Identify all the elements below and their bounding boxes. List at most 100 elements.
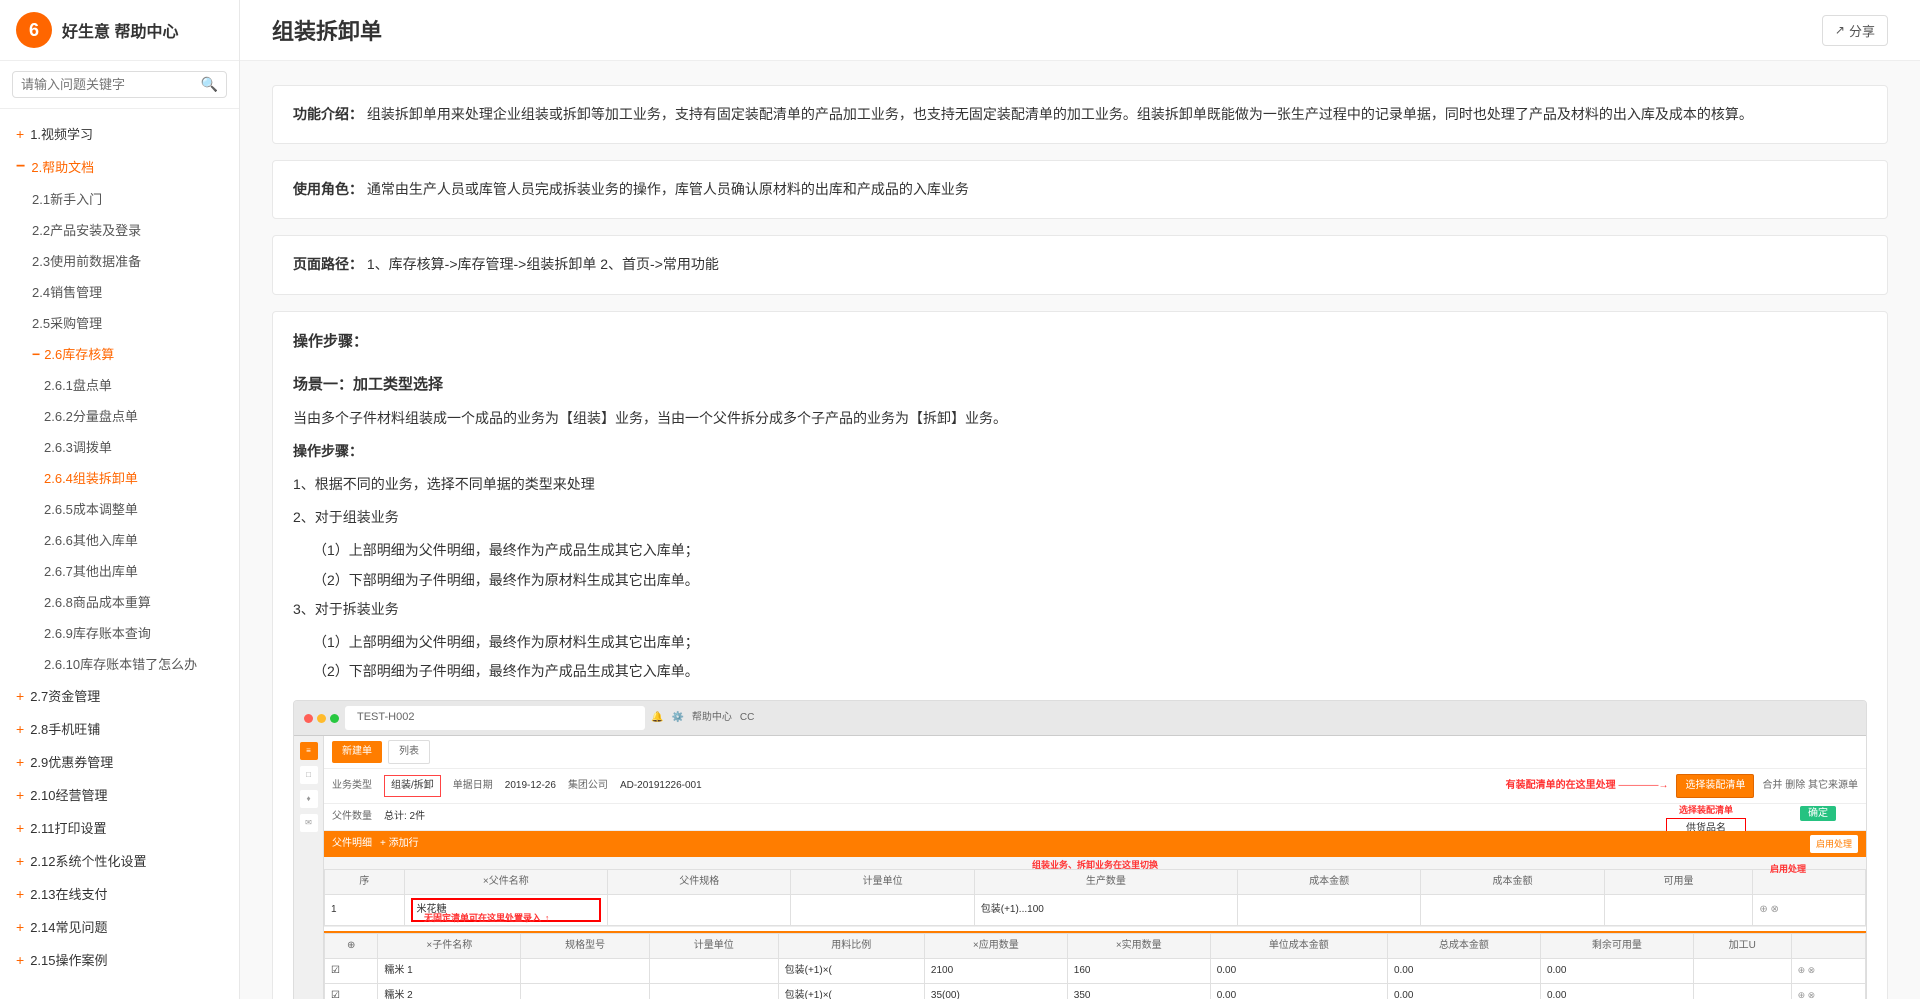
sidebar-item-2-8[interactable]: + 2.8手机旺铺 — [0, 712, 239, 745]
annotation3-wrap: 组装业务、拆卸业务在这里切换 — [1032, 857, 1158, 875]
intro-label: 功能介绍： — [293, 106, 363, 122]
step3: 3、对于拆装业务 — [293, 597, 1867, 622]
sidebar-item-inventory[interactable]: − 2.6库存核算 — [0, 338, 239, 369]
sidebar-item-purchase[interactable]: 2.5采购管理 — [0, 307, 239, 338]
sidebar-item-2-12[interactable]: + 2.12系统个性化设置 — [0, 844, 239, 877]
sub-th-ratio: 用料比例 — [778, 934, 924, 959]
process-btn[interactable]: 启用处理 — [1810, 835, 1858, 853]
sidebar-item-label: 2.14常见问题 — [30, 917, 107, 936]
sidebar-item-2-6-3[interactable]: 2.6.3调拨单 — [0, 431, 239, 462]
sub-table-row-1: ☑ 糯米 1 包装(+1)×( 2100 160 0.00 — [325, 959, 1866, 984]
sub-td-avail-1: 0.00 — [1540, 959, 1693, 984]
sidebar-item-2-9[interactable]: + 2.9优惠券管理 — [0, 745, 239, 778]
sub-th-savecost: 单位成本金额 — [1210, 934, 1387, 959]
section-header-left: 父件明细 + 添加行 — [332, 835, 419, 853]
nav-section-video: + 1.视频学习 — [0, 117, 239, 150]
sidebar-item-2-15[interactable]: + 2.15操作案例 — [0, 943, 239, 976]
plus-icon-2-8: + — [16, 721, 24, 737]
confirm-btn[interactable]: 确定 — [1800, 806, 1836, 821]
main-content: 功能介绍： 组装拆卸单用来处理企业组装或拆卸等加工业务，支持有固定装配清单的产品… — [240, 61, 1920, 999]
annotation-area: 有装配清单的在这里处理 ————→ 选择装配清单 合并 删除 其它来源单 — [714, 774, 1858, 798]
sidebar-item-2-6-10[interactable]: 2.6.10库存账本错了怎么办 — [0, 648, 239, 679]
td-seq: 1 — [325, 895, 405, 926]
role-text: 通常由生产人员或库管人员完成拆装业务的操作，库管人员确认原材料的出库和产成品的入… — [367, 181, 969, 197]
plus-icon-2-9: + — [16, 754, 24, 770]
assembly-btn[interactable]: 选择装配清单 — [1676, 774, 1754, 798]
intro-card: 功能介绍： 组装拆卸单用来处理企业组装或拆卸等加工业务，支持有固定装配清单的产品… — [272, 85, 1888, 144]
sidebar-item-install[interactable]: 2.2产品安装及登录 — [0, 214, 239, 245]
sidebar-item-video[interactable]: + 1.视频学习 — [0, 117, 239, 150]
th-cost: 成本金额 — [1237, 870, 1420, 895]
annotation4-wrap: 启用处理 启用处理 — [1810, 835, 1858, 853]
step2: 2、对于组装业务 — [293, 505, 1867, 530]
extra-actions: 合并 删除 其它来源单 — [1762, 777, 1858, 795]
section-add-btn[interactable]: + 添加行 — [380, 835, 419, 853]
sidebar-item-label: 2.9优惠券管理 — [30, 752, 113, 771]
table-row: 1 米花糖 包装(+1)...100 — [325, 895, 1866, 926]
annotation5-area: 无固定清单可在这里处置录入 ↑ — [324, 926, 1866, 931]
td-op: ⊕ ⊗ — [1753, 895, 1866, 926]
th-total: 成本金额 — [1421, 870, 1604, 895]
date-label: 单据日期 — [453, 777, 493, 795]
sidebar-item-label: 2.15操作案例 — [30, 950, 107, 969]
share-button[interactable]: ↗ 分享 — [1822, 15, 1888, 46]
browser-url: TEST-H002 — [345, 706, 645, 730]
annotation4-inner: 启用处理 — [1770, 861, 1806, 877]
date-value: 2019-12-26 — [505, 777, 556, 795]
sidebar-item-2-11[interactable]: + 2.11打印设置 — [0, 811, 239, 844]
sub-table-body: ☑ 糯米 1 包装(+1)×( 2100 160 0.00 — [325, 959, 1866, 999]
sidebar-item-2-6-5[interactable]: 2.6.5成本调整单 — [0, 493, 239, 524]
sidebar-item-sales[interactable]: 2.4销售管理 — [0, 276, 239, 307]
sidebar-item-data-prep[interactable]: 2.3使用前数据准备 — [0, 245, 239, 276]
sidebar-item-2-6-1[interactable]: 2.6.1盘点单 — [0, 369, 239, 400]
sub-td-need-2: 35(00) — [924, 984, 1067, 999]
sidebar-item-2-10[interactable]: + 2.10经营管理 — [0, 778, 239, 811]
search-icon[interactable]: 🔍 — [201, 76, 218, 93]
sub-td-sku-1 — [521, 959, 650, 984]
sidebar-item-2-14[interactable]: + 2.14常见问题 — [0, 910, 239, 943]
sidebar-item-2-6-7[interactable]: 2.6.7其他出库单 — [0, 555, 239, 586]
screenshot-table-parent: 序 ×父件名称 父件规格 计量单位 生产数量 成本金额 成本金额 可用量 — [324, 869, 1866, 926]
step3-sub1: （1）上部明细为父件明细，最终作为原材料生成其它出库单； — [293, 630, 1867, 655]
td-count: 包装(+1)...100 — [974, 895, 1237, 926]
sub-th-sel: ⊕ — [325, 934, 378, 959]
sidebar-header: 6 好生意 帮助中心 — [0, 0, 239, 61]
sub-td-actual-1: 160 — [1067, 959, 1210, 984]
search-wrap[interactable]: 🔍 — [12, 71, 227, 98]
sidebar-item-label: 2.12系统个性化设置 — [30, 851, 146, 870]
sidebar-item-2-6-2[interactable]: 2.6.2分量盘点单 — [0, 400, 239, 431]
label-items: 父件数量 — [332, 808, 372, 826]
sub-td-ratio-2: 包装(+1)×( — [778, 984, 924, 999]
screenshot-tabs: 新建单 列表 — [324, 736, 1866, 769]
confirm-btn-wrap: 确定 — [1800, 805, 1836, 823]
sub-th-name: ×子件名称 — [378, 934, 521, 959]
sidebar-item-label: 2.13在线支付 — [30, 884, 107, 903]
step1: 1、根据不同的业务，选择不同单据的类型来处理 — [293, 472, 1867, 497]
sidebar-item-2-7[interactable]: + 2.7资金管理 — [0, 679, 239, 712]
sidebar: 6 好生意 帮助中心 🔍 + 1.视频学习 − 2.帮助文档 2.1新手入门 2… — [0, 0, 240, 999]
sub-td-ratio-1: 包装(+1)×( — [778, 959, 924, 984]
tab-active: 新建单 — [332, 741, 382, 763]
sub-td-unit-1 — [649, 959, 778, 984]
annotation5-text: 无固定清单可在这里处置录入 — [424, 913, 541, 923]
sidebar-item-2-6-8[interactable]: 2.6.8商品成本重算 — [0, 586, 239, 617]
sidebar-item-new-user[interactable]: 2.1新手入门 — [0, 183, 239, 214]
sidebar-item-2-6-4[interactable]: 2.6.4组装拆卸单 — [0, 462, 239, 493]
main-area: 组装拆卸单 ↗ 分享 功能介绍： 组装拆卸单用来处理企业组装或拆卸等加工业务，支… — [240, 0, 1920, 999]
sidebar-item-label: 2.帮助文档 — [31, 157, 94, 176]
sidebar-item-docs[interactable]: − 2.帮助文档 — [0, 150, 239, 183]
parent-table: 序 ×父件名称 父件规格 计量单位 生产数量 成本金额 成本金额 可用量 — [324, 869, 1866, 926]
sidebar-item-2-13[interactable]: + 2.13在线支付 — [0, 877, 239, 910]
sub-td-op-1: ⊕ ⊗ — [1791, 959, 1865, 984]
section-title-text: 父件明细 — [332, 835, 372, 853]
th-qty: 计量单位 — [791, 870, 974, 895]
mock-screenshot: TEST-H002 🔔⚙️帮助中心CC ≡ □ ♦ ✉ — [294, 701, 1866, 999]
sidebar-item-2-6-6[interactable]: 2.6.6其他入库单 — [0, 524, 239, 555]
search-input[interactable] — [21, 77, 201, 92]
sidebar-item-2-6-9[interactable]: 2.6.9库存账本查询 — [0, 617, 239, 648]
annotation4-text: 启用处理 — [1770, 861, 1806, 877]
sub-td-total-2: 0.00 — [1387, 984, 1540, 999]
sub-th-actualqty: ×实用数量 — [1067, 934, 1210, 959]
form-type-label: 业务类型 — [332, 777, 372, 795]
parent-table-body: 1 米花糖 包装(+1)...100 — [325, 895, 1866, 926]
